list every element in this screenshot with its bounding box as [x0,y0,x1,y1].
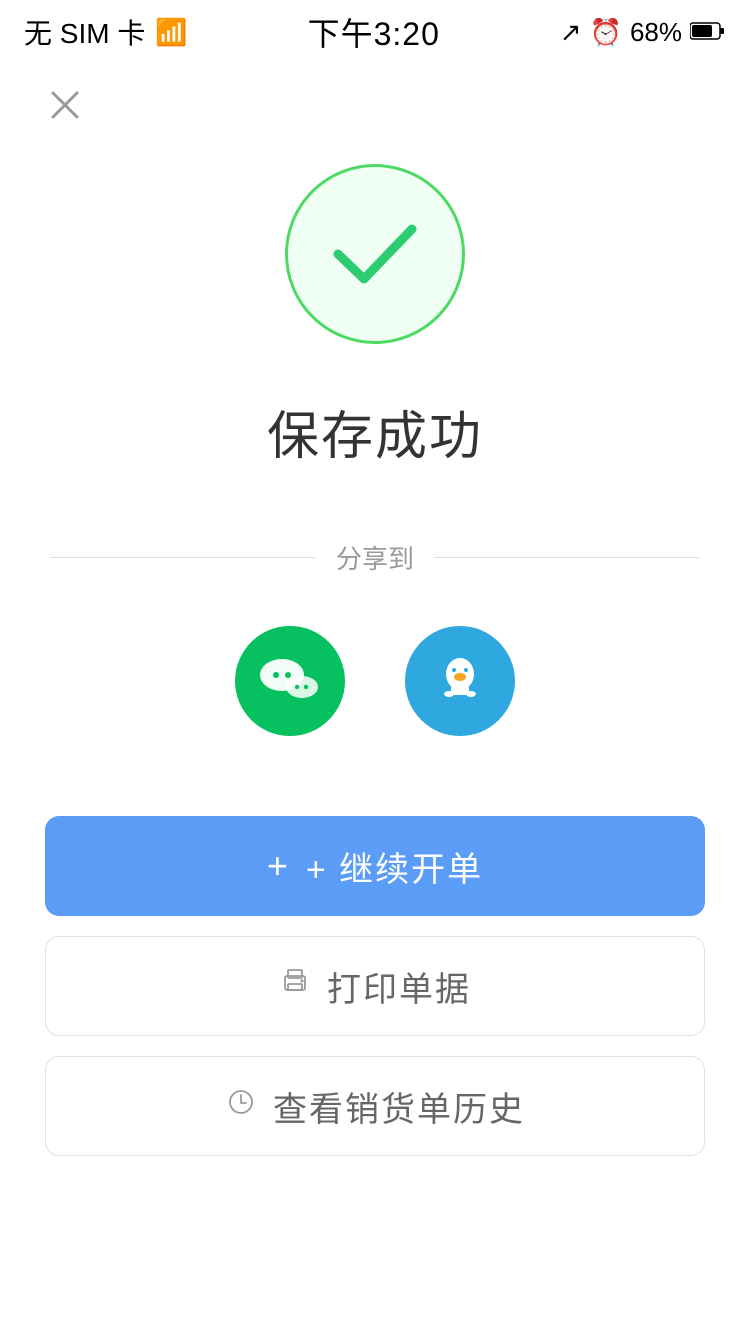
wifi-icon: 📶 [155,17,187,48]
battery-icon [690,17,726,48]
wechat-share-button[interactable] [235,626,345,736]
divider-left [50,557,316,558]
continue-label: + 继续开单 [306,842,483,891]
battery-level: 68% [630,17,682,48]
print-icon [279,966,311,1006]
close-button[interactable] [40,80,90,130]
history-label: 查看销货单历史 [273,1082,525,1131]
success-title: 保存成功 [267,394,483,469]
history-button[interactable]: 查看销货单历史 [45,1056,705,1156]
success-circle [285,164,465,344]
no-sim-label: 无 SIM 卡 [24,12,145,52]
checkmark-icon [330,219,420,289]
status-left: 无 SIM 卡 📶 [24,12,188,52]
status-right: ↗ ⏰ 68% [560,17,726,48]
status-time: 下午3:20 [308,9,440,55]
action-buttons: + + 继续开单 打印单据 [45,816,705,1156]
alarm-icon: ⏰ [590,17,622,48]
print-label: 打印单据 [327,962,471,1011]
qq-share-button[interactable] [405,626,515,736]
share-label: 分享到 [336,539,414,576]
share-section: 分享到 [0,539,750,1156]
share-divider-row: 分享到 [50,539,700,576]
location-icon: ↗ [560,17,582,48]
share-icons-row [235,626,515,736]
wechat-icon [256,647,324,715]
history-icon [225,1086,257,1126]
status-bar: 无 SIM 卡 📶 下午3:20 ↗ ⏰ 68% [0,0,750,64]
plus-icon: + [267,845,290,887]
qq-icon [429,650,491,712]
continue-button[interactable]: + + 继续开单 [45,816,705,916]
main-content: 保存成功 分享到 [0,64,750,1156]
divider-right [434,557,700,558]
print-button[interactable]: 打印单据 [45,936,705,1036]
